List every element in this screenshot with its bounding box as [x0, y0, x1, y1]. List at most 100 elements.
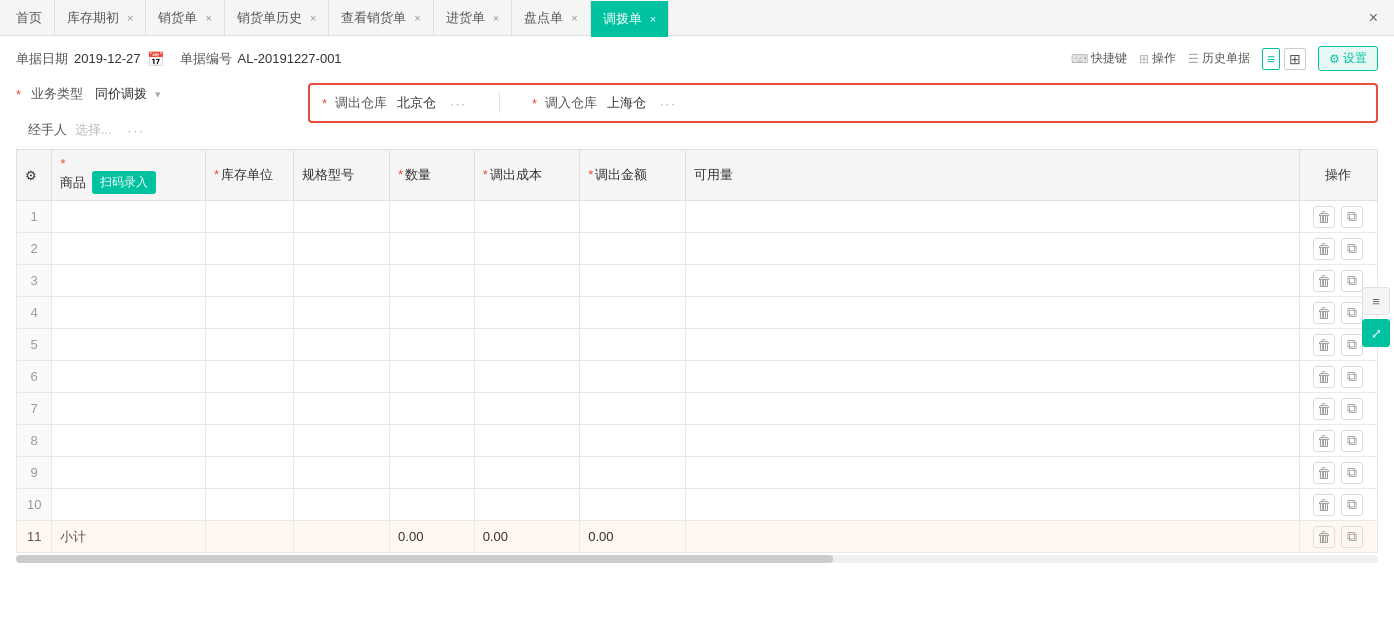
tab-inventory-check[interactable]: 盘点单 × [512, 0, 590, 36]
row-unit-8[interactable] [206, 425, 294, 457]
row-available-10[interactable] [685, 489, 1299, 521]
transfer-in-more[interactable]: ··· [660, 96, 677, 111]
row-quantity-8[interactable] [390, 425, 475, 457]
tab-sales-history-close[interactable]: × [310, 12, 316, 24]
row-cost-7[interactable] [474, 393, 579, 425]
row-spec-7[interactable] [294, 393, 390, 425]
row-quantity-3[interactable] [390, 265, 475, 297]
row-product-5[interactable] [52, 329, 206, 361]
row-spec-1[interactable] [294, 201, 390, 233]
row-spec-10[interactable] [294, 489, 390, 521]
subtotal-copy-icon[interactable]: ⧉ [1341, 526, 1363, 548]
tab-inventory-init[interactable]: 库存期初 × [55, 0, 146, 36]
copy-icon-10[interactable]: ⧉ [1341, 494, 1363, 516]
row-quantity-4[interactable] [390, 297, 475, 329]
row-spec-6[interactable] [294, 361, 390, 393]
row-product-6[interactable] [52, 361, 206, 393]
tab-sales-order[interactable]: 销货单 × [146, 0, 224, 36]
tab-sales-history[interactable]: 销货单历史 × [225, 0, 329, 36]
row-amount-10[interactable] [580, 489, 685, 521]
copy-icon-1[interactable]: ⧉ [1341, 206, 1363, 228]
sidebar-expand-btn[interactable]: ⤢ [1362, 319, 1390, 347]
row-amount-8[interactable] [580, 425, 685, 457]
row-available-4[interactable] [685, 297, 1299, 329]
tab-inventory-check-close[interactable]: × [571, 12, 577, 24]
row-available-3[interactable] [685, 265, 1299, 297]
delete-icon-5[interactable]: 🗑 [1313, 334, 1335, 356]
tab-transfer-order-close[interactable]: × [650, 13, 656, 25]
row-amount-3[interactable] [580, 265, 685, 297]
handler-input[interactable]: 选择... [75, 121, 112, 139]
tab-sales-order-close[interactable]: × [205, 12, 211, 24]
tab-purchase-order-close[interactable]: × [493, 12, 499, 24]
scan-button[interactable]: 扫码录入 [92, 171, 156, 194]
settings-button[interactable]: ⚙ 设置 [1318, 46, 1378, 71]
row-quantity-5[interactable] [390, 329, 475, 361]
row-quantity-7[interactable] [390, 393, 475, 425]
transfer-in-value[interactable]: 上海仓 [607, 94, 646, 112]
tab-view-sales[interactable]: 查看销货单 × [329, 0, 433, 36]
row-amount-7[interactable] [580, 393, 685, 425]
row-quantity-1[interactable] [390, 201, 475, 233]
delete-icon-10[interactable]: 🗑 [1313, 494, 1335, 516]
row-spec-9[interactable] [294, 457, 390, 489]
subtotal-delete-icon[interactable]: 🗑 [1313, 526, 1335, 548]
row-product-9[interactable] [52, 457, 206, 489]
row-cost-8[interactable] [474, 425, 579, 457]
row-cost-4[interactable] [474, 297, 579, 329]
tab-home[interactable]: 首页 [4, 0, 55, 36]
row-amount-2[interactable] [580, 233, 685, 265]
row-product-3[interactable] [52, 265, 206, 297]
row-cost-6[interactable] [474, 361, 579, 393]
handler-more[interactable]: ··· [128, 123, 145, 138]
delete-icon-9[interactable]: 🗑 [1313, 462, 1335, 484]
business-type-select[interactable]: 同价调拨 ▾ [91, 83, 251, 105]
row-cost-3[interactable] [474, 265, 579, 297]
row-spec-2[interactable] [294, 233, 390, 265]
layout-icon-grid[interactable]: ⊞ [1284, 48, 1306, 70]
row-amount-4[interactable] [580, 297, 685, 329]
tab-view-sales-close[interactable]: × [414, 12, 420, 24]
delete-icon-1[interactable]: 🗑 [1313, 206, 1335, 228]
row-spec-8[interactable] [294, 425, 390, 457]
delete-icon-2[interactable]: 🗑 [1313, 238, 1335, 260]
delete-icon-8[interactable]: 🗑 [1313, 430, 1335, 452]
row-cost-9[interactable] [474, 457, 579, 489]
delete-icon-3[interactable]: 🗑 [1313, 270, 1335, 292]
row-unit-6[interactable] [206, 361, 294, 393]
row-amount-9[interactable] [580, 457, 685, 489]
horizontal-scrollbar[interactable] [16, 555, 1378, 563]
gear-icon[interactable]: ⚙ [25, 168, 37, 183]
row-available-8[interactable] [685, 425, 1299, 457]
tab-inventory-init-close[interactable]: × [127, 12, 133, 24]
copy-icon-2[interactable]: ⧉ [1341, 238, 1363, 260]
row-available-2[interactable] [685, 233, 1299, 265]
row-cost-5[interactable] [474, 329, 579, 361]
transfer-out-more[interactable]: ··· [450, 96, 467, 111]
row-quantity-10[interactable] [390, 489, 475, 521]
delete-icon-6[interactable]: 🗑 [1313, 366, 1335, 388]
shortcut-action[interactable]: ⌨ 快捷键 [1071, 50, 1127, 67]
copy-icon-6[interactable]: ⧉ [1341, 366, 1363, 388]
row-quantity-6[interactable] [390, 361, 475, 393]
scrollbar-thumb[interactable] [16, 555, 833, 563]
delete-icon-7[interactable]: 🗑 [1313, 398, 1335, 420]
operation-action[interactable]: ⊞ 操作 [1139, 50, 1176, 67]
row-cost-10[interactable] [474, 489, 579, 521]
th-gear[interactable]: ⚙ [17, 150, 52, 201]
row-unit-7[interactable] [206, 393, 294, 425]
row-unit-1[interactable] [206, 201, 294, 233]
row-cost-2[interactable] [474, 233, 579, 265]
row-unit-4[interactable] [206, 297, 294, 329]
row-product-2[interactable] [52, 233, 206, 265]
row-product-4[interactable] [52, 297, 206, 329]
row-quantity-9[interactable] [390, 457, 475, 489]
window-close-button[interactable]: × [1357, 9, 1390, 27]
row-unit-10[interactable] [206, 489, 294, 521]
row-amount-5[interactable] [580, 329, 685, 361]
row-unit-9[interactable] [206, 457, 294, 489]
row-amount-1[interactable] [580, 201, 685, 233]
row-product-7[interactable] [52, 393, 206, 425]
row-quantity-2[interactable] [390, 233, 475, 265]
sidebar-list-btn[interactable]: ≡ [1362, 287, 1390, 315]
